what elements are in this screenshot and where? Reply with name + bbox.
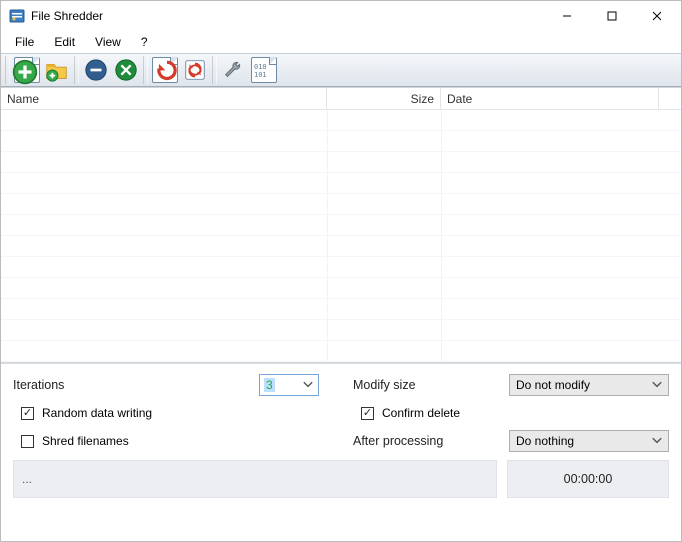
settings-panel: Iterations 3 Modify size Do not modify R…: [1, 362, 681, 460]
toolbar-excel[interactable]: [111, 55, 141, 85]
iterations-label: Iterations: [13, 378, 64, 392]
menu-help[interactable]: ?: [133, 33, 156, 51]
shred-file-icon: [152, 57, 178, 83]
random-writing-checkbox[interactable]: Random data writing: [21, 406, 329, 420]
recycle-arrows-icon: [182, 57, 208, 83]
col-spacer: [659, 88, 681, 109]
iterations-value: 3: [264, 378, 275, 392]
menu-edit[interactable]: Edit: [46, 33, 83, 51]
list-header: Name Size Date: [1, 88, 681, 110]
confirm-delete-label: Confirm delete: [382, 406, 460, 420]
menubar: File Edit View ?: [1, 31, 681, 53]
status-time: 00:00:00: [507, 460, 669, 498]
checkbox-icon: [21, 407, 34, 420]
remove-icon: [83, 57, 109, 83]
toolbar-add-folder[interactable]: [42, 55, 72, 85]
modify-size-value: Do not modify: [516, 378, 590, 392]
random-writing-label: Random data writing: [42, 406, 152, 420]
page-add-icon: [14, 57, 40, 83]
window-title: File Shredder: [31, 9, 544, 23]
toolbar-options[interactable]: [219, 55, 249, 85]
wrench-icon: [221, 57, 247, 83]
toolbar-shred-file[interactable]: [150, 55, 180, 85]
checkbox-icon: [21, 435, 34, 448]
checkbox-icon: [361, 407, 374, 420]
statusbar: ... 00:00:00: [1, 460, 681, 510]
after-processing-value: Do nothing: [516, 434, 574, 448]
confirm-delete-checkbox[interactable]: Confirm delete: [361, 406, 669, 420]
chevron-down-icon: [650, 434, 664, 448]
col-name[interactable]: Name: [1, 88, 327, 109]
toolbar-binary-view[interactable]: 010101: [249, 55, 279, 85]
shred-filenames-checkbox[interactable]: Shred filenames: [21, 434, 329, 448]
col-date[interactable]: Date: [441, 88, 659, 109]
modify-size-dropdown[interactable]: Do not modify: [509, 374, 669, 396]
menu-file[interactable]: File: [7, 33, 42, 51]
toolbar-add-file[interactable]: [12, 55, 42, 85]
iterations-combo[interactable]: 3: [259, 374, 319, 396]
minimize-button[interactable]: [544, 1, 589, 31]
status-message: ...: [13, 460, 497, 498]
chevron-down-icon: [650, 378, 664, 392]
maximize-button[interactable]: [589, 1, 634, 31]
after-processing-dropdown[interactable]: Do nothing: [509, 430, 669, 452]
modify-size-label: Modify size: [353, 378, 416, 392]
file-list: Name Size Date: [1, 87, 681, 362]
col-size[interactable]: Size: [327, 88, 441, 109]
folder-add-icon: [44, 57, 70, 83]
after-processing-label: After processing: [353, 434, 443, 448]
app-icon: [9, 8, 25, 24]
binary-icon: 010101: [251, 57, 277, 83]
shred-filenames-label: Shred filenames: [42, 434, 129, 448]
close-button[interactable]: [634, 1, 679, 31]
chevron-down-icon: [301, 378, 315, 392]
titlebar: File Shredder: [1, 1, 681, 31]
list-body[interactable]: [1, 110, 681, 362]
menu-view[interactable]: View: [87, 33, 129, 51]
toolbar-shred-recycle[interactable]: [180, 55, 210, 85]
toolbar-remove[interactable]: [81, 55, 111, 85]
toolbar: 010101: [1, 53, 681, 87]
excel-icon: [113, 57, 139, 83]
